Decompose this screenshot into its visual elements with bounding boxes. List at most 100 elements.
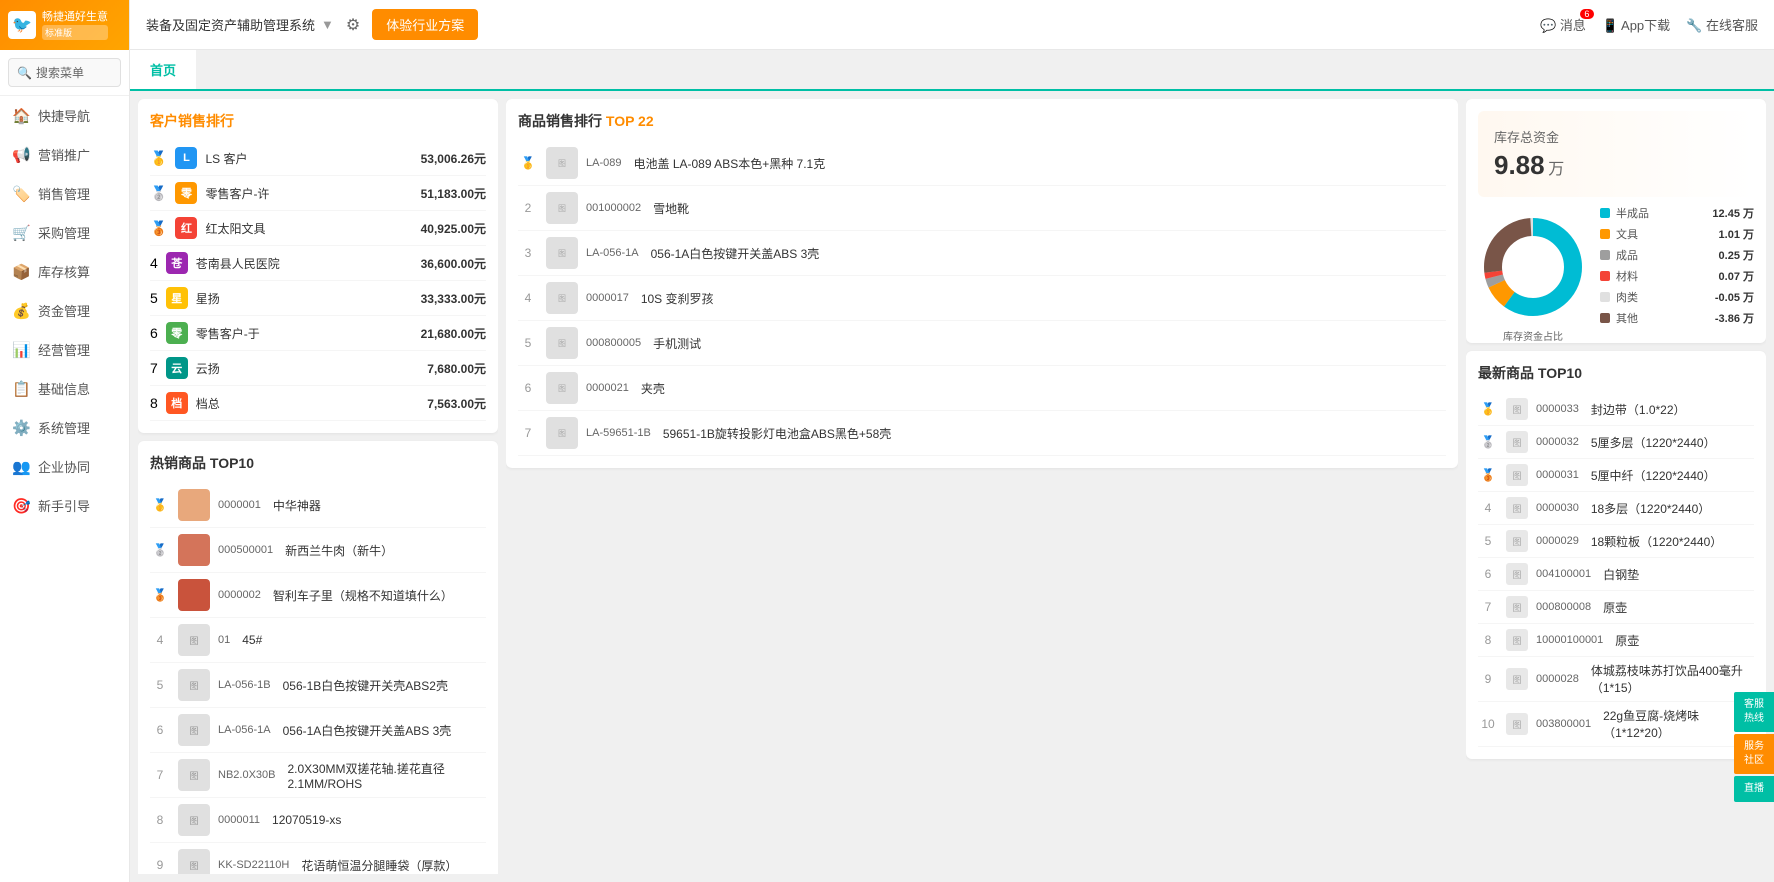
- hot-product-row: 🥉 0000002 智利车子里（规格不知道填什么）: [150, 573, 486, 618]
- hot-product-rank: 9: [150, 858, 170, 872]
- system-icon: ⚙️: [12, 419, 30, 437]
- legend-value: 0.07 万: [1719, 268, 1754, 284]
- legend-value: -0.05 万: [1715, 289, 1754, 305]
- latest-product-row: 🥈 图 0000032 5厘多层（1220*2440）: [1478, 426, 1754, 459]
- online-service-button[interactable]: 🔧 在线客服: [1686, 15, 1758, 34]
- sidebar-item-label: 销售管理: [38, 184, 90, 203]
- hot-product-name: 2.0X30MM双搓花轴.搓花直径2.1MM/ROHS: [287, 760, 486, 791]
- product-ranking-card: 商品销售排行 TOP 22 🥇 图 LA-089 电池盖 LA-089 ABS本…: [506, 99, 1458, 468]
- sidebar-item-label: 库存核算: [38, 262, 90, 281]
- hot-product-rank: 🥇: [150, 498, 170, 512]
- marketing-icon: 📢: [12, 146, 30, 164]
- sidebar-item-operations[interactable]: 📊 经营管理: [0, 330, 129, 369]
- rank-customer-name: 红太阳文具: [205, 220, 412, 237]
- latest-product-code: 0000029: [1536, 535, 1579, 547]
- hot-product-code: 0000001: [218, 499, 261, 511]
- hot-product-rank: 7: [150, 768, 170, 782]
- latest-product-row: 9 图 0000028 体城荔枝味苏打饮品400毫升（1*15）: [1478, 657, 1754, 702]
- legend-dot: [1600, 208, 1610, 218]
- rank-avatar: 红: [175, 217, 197, 239]
- rank-medal: 6: [150, 325, 158, 341]
- hot-product-name: 12070519-xs: [272, 813, 486, 827]
- live-stream-button[interactable]: 直播: [1734, 776, 1774, 802]
- mid-product-row: 4 图 0000017 10S 变刹罗孩: [518, 276, 1446, 321]
- customer-ranking-title: 客户销售排行: [150, 111, 486, 131]
- latest-product-code: 0000031: [1536, 469, 1579, 481]
- rank-customer-value: 53,006.26元: [421, 150, 486, 167]
- latest-products-title: 最新商品 TOP10: [1478, 363, 1754, 383]
- sidebar-item-sales[interactable]: 🏷️ 销售管理: [0, 174, 129, 213]
- legend-name: 其他: [1616, 310, 1709, 326]
- mid-product-code: LA-59651-1B: [586, 427, 651, 439]
- sidebar-item-system[interactable]: ⚙️ 系统管理: [0, 408, 129, 447]
- hot-product-code: NB2.0X30B: [218, 769, 275, 781]
- latest-product-name: 22g鱼豆腐-烧烤味（1*12*20）: [1603, 707, 1754, 741]
- tab-home[interactable]: 首页: [130, 50, 196, 91]
- service-icon: 🔧: [1686, 18, 1702, 33]
- settings-icon[interactable]: ⚙: [346, 15, 360, 35]
- rank-medal: 7: [150, 360, 158, 376]
- rank-avatar: 档: [166, 392, 188, 414]
- hot-product-code: 01: [218, 634, 230, 646]
- sidebar-item-inventory[interactable]: 📦 库存核算: [0, 252, 129, 291]
- latest-product-rank: 🥇: [1478, 402, 1498, 416]
- notification-button[interactable]: 💬 消息 6: [1540, 15, 1586, 34]
- finance-icon: 💰: [12, 302, 30, 320]
- mobile-icon: 📱: [1602, 18, 1618, 33]
- customer-rank-row: 6 零 零售客户-于 21,680.00元: [150, 316, 486, 351]
- search-menu-button[interactable]: 🔍 搜索菜单: [8, 58, 121, 87]
- latest-product-thumb: 图: [1506, 563, 1528, 585]
- sidebar-item-guide[interactable]: 🎯 新手引导: [0, 486, 129, 525]
- latest-product-thumb: 图: [1506, 713, 1528, 735]
- mid-product-name: 59651-1B旋转投影灯电池盒ABS黑色+58壳: [663, 425, 1446, 442]
- trial-button[interactable]: 体验行业方案: [372, 9, 478, 40]
- hot-product-rank: 🥈: [150, 543, 170, 557]
- latest-product-name: 18多层（1220*2440）: [1591, 500, 1754, 517]
- system-name: 装备及固定资产辅助管理系统: [146, 15, 315, 34]
- service-community-button[interactable]: 服务社区: [1734, 734, 1774, 774]
- app-download-button[interactable]: 📱 App下载: [1602, 15, 1670, 34]
- sidebar-item-collab[interactable]: 👥 企业协同: [0, 447, 129, 486]
- mid-product-row: 6 图 0000021 夹壳: [518, 366, 1446, 411]
- customer-rank-row: 7 云 云扬 7,680.00元: [150, 351, 486, 386]
- hot-product-code: 0000011: [218, 814, 260, 826]
- system-selector[interactable]: 装备及固定资产辅助管理系统 ▼: [146, 15, 334, 34]
- sidebar-item-purchase[interactable]: 🛒 采购管理: [0, 213, 129, 252]
- rank-customer-name: 零售客户-许: [205, 185, 412, 202]
- hot-product-image: [178, 534, 210, 566]
- sidebar-item-quicknav[interactable]: 🏠 快捷导航: [0, 96, 129, 135]
- mid-panel: 商品销售排行 TOP 22 🥇 图 LA-089 电池盖 LA-089 ABS本…: [506, 99, 1458, 874]
- sidebar-item-finance[interactable]: 💰 资金管理: [0, 291, 129, 330]
- mid-product-thumb: 图: [546, 282, 578, 314]
- rank-customer-value: 7,563.00元: [427, 395, 486, 412]
- hot-product-image: [178, 579, 210, 611]
- sidebar: 🐦 畅捷通好生意 标准版 🔍 搜索菜单 🏠 快捷导航 📢 营销推广 🏷️ 销售管…: [0, 0, 130, 882]
- latest-product-thumb: 图: [1506, 398, 1528, 420]
- latest-product-code: 0000030: [1536, 502, 1579, 514]
- latest-product-row: 10 图 003800001 22g鱼豆腐-烧烤味（1*12*20）: [1478, 702, 1754, 747]
- sidebar-item-basics[interactable]: 📋 基础信息: [0, 369, 129, 408]
- collab-icon: 👥: [12, 458, 30, 476]
- latest-product-code: 003800001: [1536, 718, 1591, 730]
- hot-product-code: 0000002: [218, 589, 261, 601]
- right-panel: 库存总资金 9.88 万: [1466, 99, 1766, 874]
- operations-icon: 📊: [12, 341, 30, 359]
- customer-hotline-button[interactable]: 客服热线: [1734, 692, 1774, 732]
- latest-product-code: 000800008: [1536, 601, 1591, 613]
- hot-product-code: LA-056-1A: [218, 724, 271, 736]
- latest-product-thumb: 图: [1506, 668, 1528, 690]
- legend-name: 文具: [1616, 226, 1713, 242]
- latest-product-thumb: 图: [1506, 629, 1528, 651]
- mid-product-thumb: 图: [546, 192, 578, 224]
- product-ranking-list: 🥇 图 LA-089 电池盖 LA-089 ABS本色+黑种 7.1克 2 图 …: [518, 141, 1446, 456]
- sidebar-item-marketing[interactable]: 📢 营销推广: [0, 135, 129, 174]
- sidebar-item-label: 新手引导: [38, 496, 90, 515]
- latest-product-name: 原壶: [1603, 599, 1754, 616]
- mid-product-rank: 4: [518, 291, 538, 305]
- inventory-label: 库存总资金: [1494, 127, 1738, 146]
- hot-product-row: 5 图 LA-056-1B 056-1B白色按键开关壳ABS2壳: [150, 663, 486, 708]
- latest-product-row: 🥉 图 0000031 5厘中纤（1220*2440）: [1478, 459, 1754, 492]
- hot-product-name: 中华神器: [273, 497, 486, 514]
- inventory-card: 库存总资金 9.88 万: [1466, 99, 1766, 343]
- legend-name: 半成品: [1616, 205, 1706, 221]
